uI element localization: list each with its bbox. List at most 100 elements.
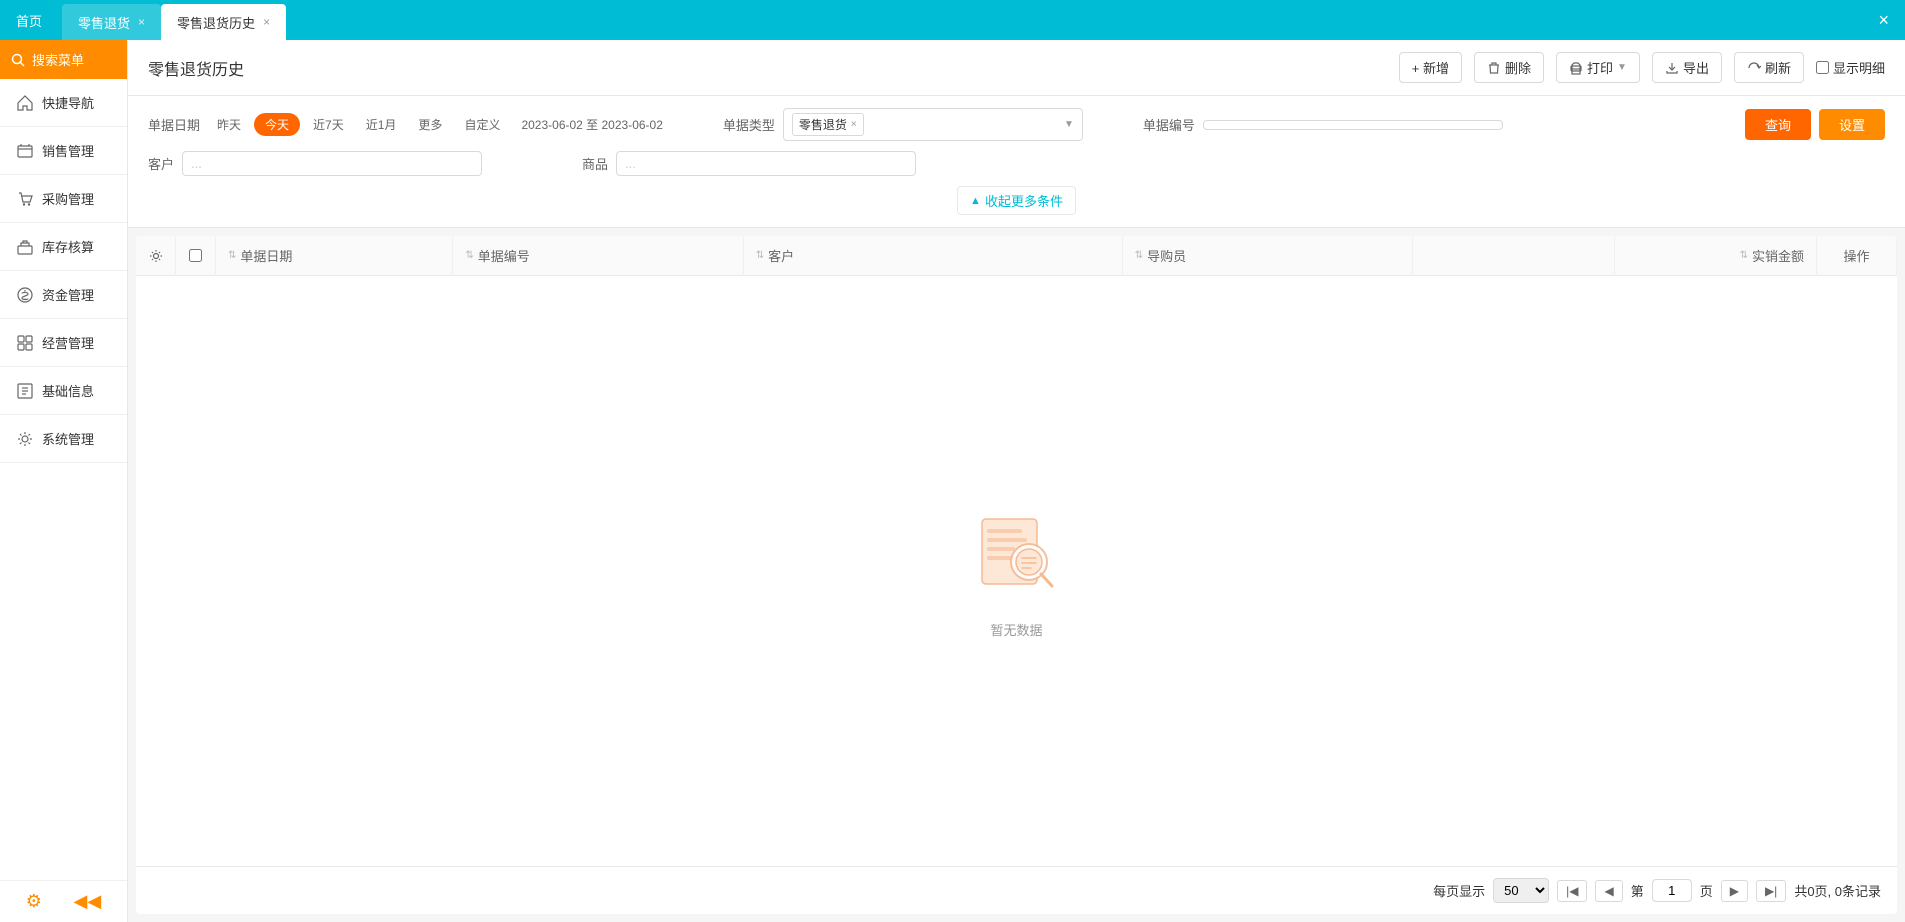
th-date-label: 单据日期 [240,246,292,265]
date-filter: 单据日期 昨天 今天 近7天 近1月 更多 自定义 2023-06-02 至 2… [148,113,663,136]
sort-date-icon: ⇅ [228,250,236,261]
query-button[interactable]: 查询 [1745,109,1811,140]
sidebar-item-sales[interactable]: 销售管理 [0,127,127,175]
settings-button[interactable]: 设置 [1819,109,1885,140]
th-customer-label: 客户 [768,246,794,265]
sidebar: 搜索菜单 快捷导航 销售管理 采购管理 [0,40,128,922]
order-input[interactable] [1203,120,1503,130]
type-tag-value: 零售退货 [799,116,847,133]
tab-retail-return-close[interactable]: × [138,15,145,29]
add-button[interactable]: + 新增 [1399,52,1462,83]
delete-button[interactable]: 删除 [1474,52,1544,83]
print-dropdown-icon[interactable]: ▼ [1617,62,1627,73]
tab-retail-return[interactable]: 零售退货 × [62,4,161,40]
page-title: 零售退货历史 [148,56,244,80]
customer-filter-label: 客户 [148,154,174,173]
th-amount[interactable]: ⇅ 实销金额 [1615,236,1817,276]
type-filter: 单据类型 零售退货 × ▼ [723,108,1083,141]
basic-icon [16,382,34,400]
date-btn-custom[interactable]: 自定义 [455,113,509,136]
collapse-filter-button[interactable]: ▲ 收起更多条件 [957,186,1076,215]
refresh-button[interactable]: 刷新 [1734,52,1804,83]
window-close-button[interactable]: × [1862,0,1905,40]
home-icon [16,94,34,112]
sidebar-item-basic-info[interactable]: 基础信息 [0,367,127,415]
toolbar: + 新增 删除 打印 ▼ [1399,52,1885,83]
settings-gear-icon[interactable]: ⚙ [26,891,42,912]
export-button[interactable]: 导出 [1652,52,1722,83]
table-header: ⇅ 单据日期 ⇅ 单据编号 ⇅ 客户 ⇅ 导购员 ⇅ 实销 [136,236,1897,276]
filter-area: 单据日期 昨天 今天 近7天 近1月 更多 自定义 2023-06-02 至 2… [128,96,1905,228]
sidebar-item-inventory[interactable]: 库存核算 [0,223,127,271]
last-page-button[interactable]: ▶| [1756,880,1786,902]
show-detail-checkbox[interactable] [1816,61,1829,74]
purchase-label: 采购管理 [42,189,94,208]
finance-label: 资金管理 [42,285,94,304]
date-filter-label: 单据日期 [148,115,200,134]
content-area: 零售退货历史 + 新增 删除 [128,40,1905,922]
date-range-value: 2023-06-02 至 2023-06-02 [521,116,662,133]
type-filter-label: 单据类型 [723,115,775,134]
order-filter-label: 单据编号 [1143,115,1195,134]
inventory-label: 库存核算 [42,237,94,256]
collapse-sidebar-icon[interactable]: ◀◀ [74,891,102,912]
quick-nav-label: 快捷导航 [42,93,94,112]
page-size-select[interactable]: 50 100 200 [1493,878,1549,903]
th-spacer [1413,236,1615,276]
tab-retail-return-history[interactable]: 零售退货历史 × [161,4,286,40]
date-btn-1month[interactable]: 近1月 [357,113,406,136]
sidebar-item-quick-nav[interactable]: 快捷导航 [0,79,127,127]
th-date[interactable]: ⇅ 单据日期 [216,236,453,276]
goods-filter: 商品 ... [582,151,916,176]
sort-guide-icon: ⇅ [1135,250,1143,261]
first-page-button[interactable]: |◀ [1557,880,1587,902]
filter-row-2: 客户 ... 商品 ... [148,151,1885,176]
sales-icon [16,142,34,160]
customer-filter: 客户 ... [148,151,482,176]
th-order[interactable]: ⇅ 单据编号 [453,236,743,276]
prev-page-button[interactable]: ◀ [1595,880,1622,902]
order-filter: 单据编号 [1143,115,1503,134]
page-input[interactable] [1652,879,1692,902]
date-shortcuts: 昨天 今天 近7天 近1月 更多 自定义 [208,113,509,136]
collapse-label: 收起更多条件 [985,191,1063,210]
print-icon [1569,61,1583,75]
column-settings-icon [149,249,163,263]
tab-home[interactable]: 首页 [0,0,58,40]
sort-amount-icon: ⇅ [1740,250,1748,261]
sales-label: 销售管理 [42,141,94,160]
date-btn-yesterday[interactable]: 昨天 [208,113,250,136]
total-text: 共0页, 0条记录 [1794,881,1881,900]
th-op: 操作 [1817,236,1897,276]
sidebar-item-system[interactable]: 系统管理 [0,415,127,463]
next-page-button[interactable]: ▶ [1721,880,1748,902]
operation-icon [16,334,34,352]
goods-input[interactable]: ... [616,151,916,176]
date-btn-more[interactable]: 更多 [409,113,451,136]
date-btn-7days[interactable]: 近7天 [304,113,353,136]
type-tag-close[interactable]: × [851,119,857,130]
th-checkbox[interactable] [176,236,216,276]
date-btn-today[interactable]: 今天 [254,113,300,136]
show-detail-checkbox-label[interactable]: 显示明细 [1816,58,1885,77]
collapse-up-icon: ▲ [970,195,981,207]
type-select-dropdown-icon[interactable]: ▼ [1064,119,1074,130]
sidebar-item-finance[interactable]: 资金管理 [0,271,127,319]
empty-state: 暂无数据 [136,276,1897,866]
print-button[interactable]: 打印 ▼ [1556,52,1640,83]
tab-retail-return-label: 零售退货 [78,13,130,32]
select-all-checkbox[interactable] [189,249,202,262]
sidebar-item-purchase[interactable]: 采购管理 [0,175,127,223]
delete-label: 删除 [1505,58,1531,77]
customer-input[interactable]: ... [182,151,482,176]
th-settings[interactable] [136,236,176,276]
type-select[interactable]: 零售退货 × ▼ [783,108,1083,141]
sidebar-item-operation[interactable]: 经营管理 [0,319,127,367]
search-box[interactable]: 搜索菜单 [0,40,127,79]
th-customer[interactable]: ⇅ 客户 [744,236,1123,276]
tab-retail-return-history-close[interactable]: × [263,15,270,29]
type-tag: 零售退货 × [792,113,864,136]
th-order-label: 单据编号 [478,246,530,265]
th-guide[interactable]: ⇅ 导购员 [1123,236,1413,276]
refresh-label: 刷新 [1765,58,1791,77]
